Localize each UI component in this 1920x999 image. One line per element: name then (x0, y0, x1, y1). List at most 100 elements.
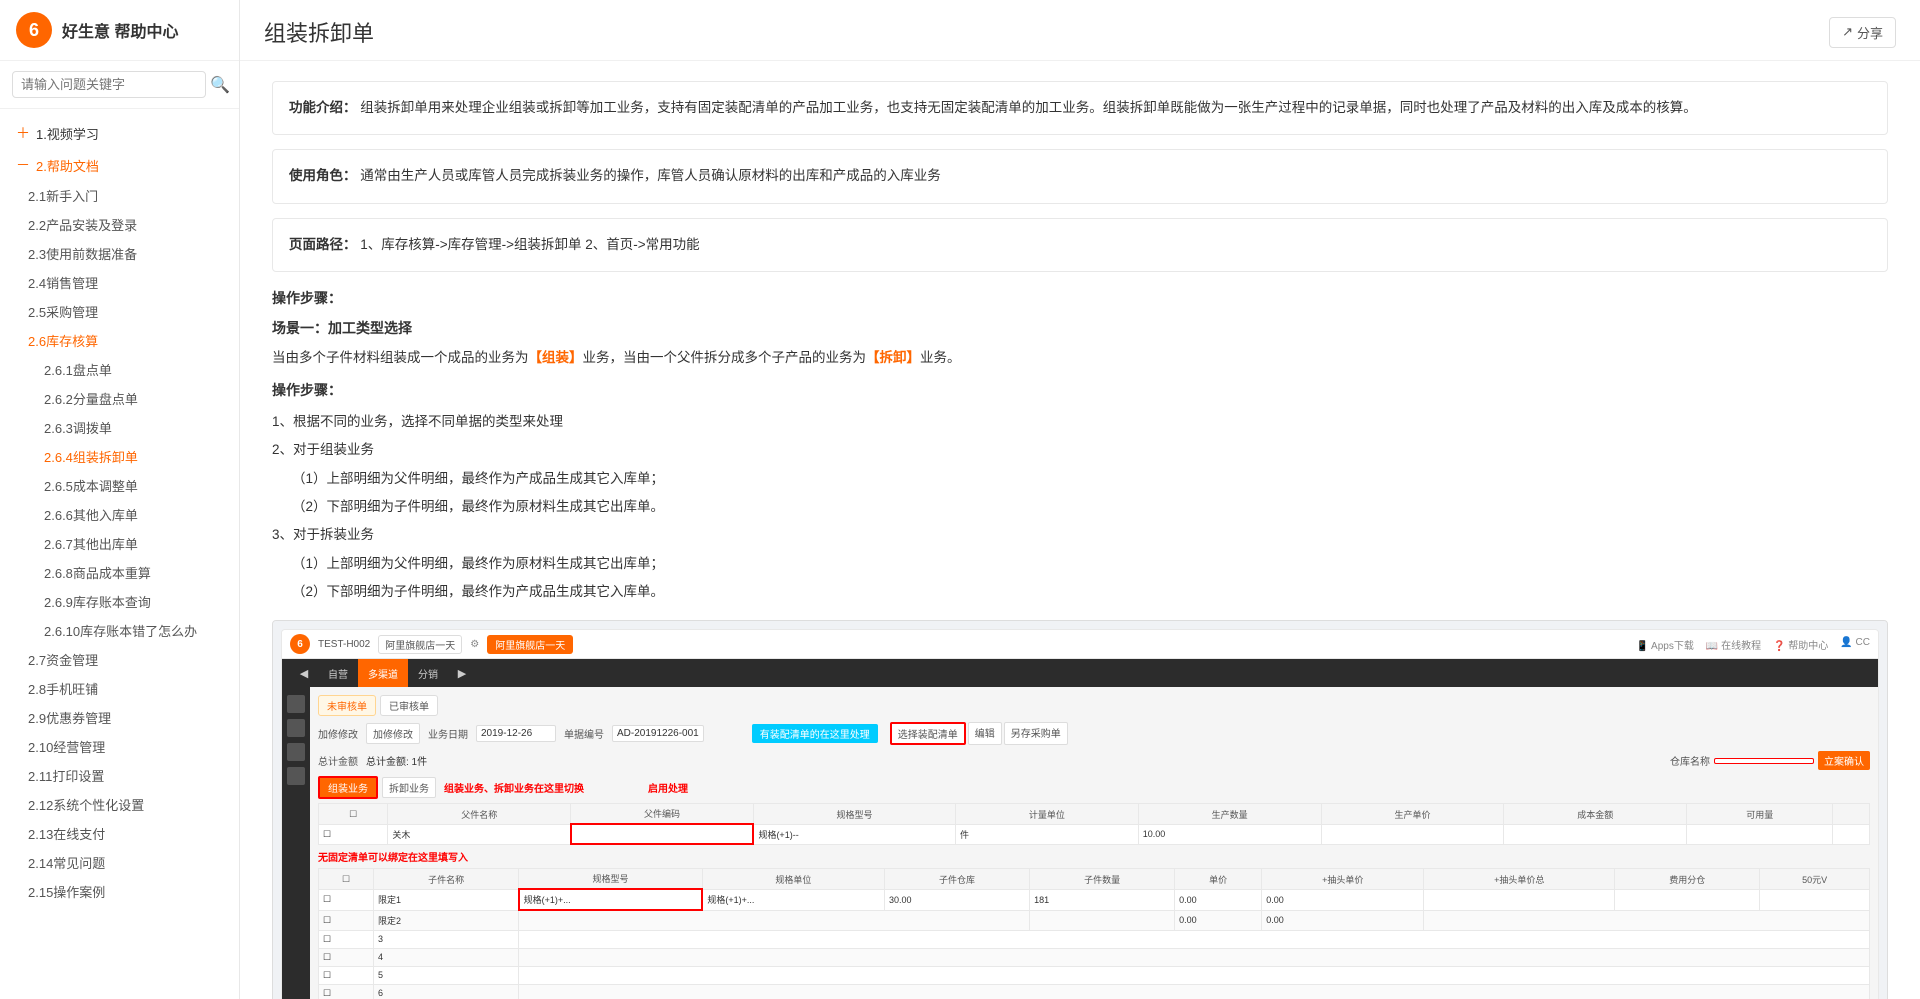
sidebar-item-sales[interactable]: 2.4销售管理 (0, 268, 239, 297)
logo-icon: 6 (16, 12, 52, 48)
sidebar-item-other-in[interactable]: 2.6.6其他入库单 (0, 500, 239, 529)
mock-topbar: 6 TEST-H002 阿里旗舰店一天 ⚙ 阿里旗舰店一天 📱 Apps下载 📖… (282, 630, 1878, 659)
mock-toggle-annotation: 组装业务、拆卸业务在这里切换 (444, 780, 584, 795)
mock-tutorial-icon: 📖 在线教程 (1706, 637, 1761, 652)
mock-td-code (571, 824, 754, 844)
sidebar-item-help-docs[interactable]: － 2.帮助文档 (0, 149, 239, 181)
mock-type-btns: 组装业务 拆卸业务 组装业务、拆卸业务在这里切换 启用处理 (318, 776, 1870, 799)
sidebar-item-partial-stocktake[interactable]: 2.6.2分量盘点单 (0, 384, 239, 413)
mock-nav-arrow-left: ◀ (290, 659, 318, 687)
steps-header: 操作步骤： (272, 288, 1888, 308)
mock-btd-p1: 0.00 (1262, 889, 1424, 910)
mock-disassembly-btn[interactable]: 拆卸业务 (382, 777, 436, 798)
mock-nav: ◀ 自营 多渠道 分销 ▶ (282, 659, 1878, 687)
table-row: ☐ 限定1 规格(+1)+... 规格(+1)+... 30.00 181 0.… (319, 889, 1870, 910)
mock-help-icon: ❓ 帮助中心 (1773, 637, 1828, 652)
sidebar-item-print[interactable]: 2.11打印设置 (0, 761, 239, 790)
page-title: 组装拆卸单 (264, 16, 374, 48)
sidebar-item-transfer[interactable]: 2.6.3调拨单 (0, 413, 239, 442)
path-text: 1、库存核算->库存管理->组装拆卸单 2、首页->常用功能 (360, 237, 699, 252)
sidebar-item-other-out[interactable]: 2.6.7其他出库单 (0, 529, 239, 558)
role-block: 使用角色： 通常由生产人员或库管人员完成拆装业务的操作，库管人员确认原材料的出库… (272, 149, 1888, 203)
mock-assembly-btn[interactable]: 组装业务 (318, 776, 378, 799)
mock-apps-icon: 📱 Apps下载 (1636, 637, 1693, 652)
sidebar-item-stocktake[interactable]: 2.6.1盘点单 (0, 355, 239, 384)
step-1: 1、根据不同的业务，选择不同单据的类型来处理 (272, 410, 1888, 434)
sidebar-item-data-prep[interactable]: 2.3使用前数据准备 (0, 239, 239, 268)
mock-business-type-label: 加修修改 (318, 726, 358, 741)
sidebar-item-ledger-error[interactable]: 2.6.10库存账本错了怎么办 (0, 616, 239, 645)
table-row: ☐ 限定2 0.00 0.00 (319, 910, 1870, 930)
share-label: 分享 (1857, 23, 1883, 42)
mock-form-row-2: 总计金额 总计金额: 1件 仓库名称 立案确认 (318, 751, 1870, 770)
sidebar-item-operations[interactable]: 2.10经营管理 (0, 732, 239, 761)
mock-btn-select-bom[interactable]: 选择装配清单 (890, 722, 966, 745)
mock-nav-self[interactable]: 自营 (318, 659, 358, 687)
mock-bth-v: 50元V (1760, 869, 1870, 890)
sidebar-item-new-user[interactable]: 2.1新手入门 (0, 181, 239, 210)
mock-th-available: 可用量 (1687, 804, 1833, 825)
sidebar-nav: ＋ 1.视频学习 － 2.帮助文档 2.1新手入门 2.2产品安装及登录 2.3… (0, 109, 239, 999)
mock-new-order-btn[interactable]: 阿里旗舰店一天 (487, 635, 573, 654)
sidebar-item-coupon[interactable]: 2.9优惠券管理 (0, 703, 239, 732)
sidebar-item-assembly[interactable]: 2.6.4组装拆卸单 (0, 442, 239, 471)
search-button[interactable]: 🔍 (210, 75, 230, 95)
mock-btd-wh: 30.00 (885, 889, 1030, 910)
mock-logo: 6 (290, 634, 310, 654)
mock-sidebar-icon-1 (287, 695, 305, 713)
sidebar-item-faq[interactable]: 2.14常见问题 (0, 848, 239, 877)
mock-btd-p12: 0.00 (1262, 910, 1424, 930)
mock-wh-label: 仓库名称 (1670, 753, 1710, 768)
mock-type-opt1[interactable]: 加修修改 (366, 723, 420, 744)
expand-icon: ＋ (16, 123, 30, 143)
sidebar-item-online-pay[interactable]: 2.13在线支付 (0, 819, 239, 848)
scene1-title: 场景一：加工类型选择 (272, 318, 1888, 338)
mock-btn-edit[interactable]: 编辑 (968, 722, 1002, 745)
sidebar-item-mobile[interactable]: 2.8手机旺铺 (0, 674, 239, 703)
mock-billno-input[interactable]: AD-20191226-001 (612, 725, 704, 742)
mock-nav-distribution[interactable]: 分销 (408, 659, 448, 687)
mock-system-name: TEST-H002 (318, 639, 370, 650)
mock-content: 未审核单 已审核单 加修修改 加修修改 业务日期 2019-12-26 (310, 687, 1878, 999)
sidebar-item-video-learning[interactable]: ＋ 1.视频学习 (0, 117, 239, 149)
highlight-assembly: 【组装】 (529, 350, 583, 365)
content-area: 功能介绍： 组装拆卸单用来处理企业组装或拆卸等加工业务，支持有固定装配清单的产品… (240, 61, 1920, 999)
main-header: 组装拆卸单 ↗ 分享 (240, 0, 1920, 61)
sidebar-item-cost-adjust[interactable]: 2.6.5成本调整单 (0, 471, 239, 500)
mock-tab-unreviewed[interactable]: 未审核单 (318, 695, 376, 716)
sidebar-item-finance[interactable]: 2.7资金管理 (0, 645, 239, 674)
table-row: ☐4 (319, 948, 1870, 966)
mock-settings-icon: ⚙ (470, 639, 479, 650)
mock-btd-price: 0.00 (1175, 889, 1262, 910)
mock-bth-fee: 费用分仓 (1615, 869, 1760, 890)
sidebar-item-cost-recalc[interactable]: 2.6.8商品成本重算 (0, 558, 239, 587)
mock-date-input[interactable]: 2019-12-26 (476, 725, 556, 742)
sidebar-item-inventory[interactable]: 2.6库存核算 (0, 326, 239, 355)
table-row: ☐ 关木 规格(+1)-- 件 10.00 (319, 824, 1870, 844)
sidebar-item-personalize[interactable]: 2.12系统个性化设置 (0, 790, 239, 819)
mock-nav-multichannel[interactable]: 多渠道 (358, 659, 408, 687)
mock-btn-print[interactable]: 另存采购单 (1004, 722, 1068, 745)
mock-btd-spec2: 规格(+1)+... (702, 889, 884, 910)
mock-tab-reviewed[interactable]: 已审核单 (380, 695, 438, 716)
sidebar-item-install-login[interactable]: 2.2产品安装及登录 (0, 210, 239, 239)
share-button[interactable]: ↗ 分享 (1829, 17, 1896, 48)
mock-btd-p2 (1424, 889, 1615, 910)
mock-fill-annotation: 无固定清单可以绑定在这里填写入 (318, 849, 1870, 864)
sidebar-item-inventory-ledger[interactable]: 2.6.9库存账本查询 (0, 587, 239, 616)
table-row: ☐3 (319, 930, 1870, 948)
mock-wh-input[interactable] (1714, 758, 1814, 764)
intro-label: 功能介绍： (289, 100, 357, 115)
sidebar-item-cases[interactable]: 2.15操作案例 (0, 877, 239, 906)
table-row: ☐6 (319, 984, 1870, 999)
mock-confirm-btn[interactable]: 立案确认 (1818, 751, 1870, 770)
mock-td-prod-qty: 10.00 (1138, 824, 1321, 844)
sidebar-item-purchase[interactable]: 2.5采购管理 (0, 297, 239, 326)
mock-top-table: ☐ 父件名称 父件编码 规格型号 计量单位 生产数量 生产单价 成本金额 可用量 (318, 803, 1870, 845)
search-input[interactable] (12, 71, 206, 98)
mock-user-icon: 👤 CC (1840, 637, 1870, 652)
mock-date-label: 业务日期 (428, 726, 468, 741)
mock-warehouse-row: 仓库名称 立案确认 (1670, 751, 1870, 770)
mock-enable-annotation: 启用处理 (648, 780, 688, 795)
mock-th-action (1833, 804, 1870, 825)
